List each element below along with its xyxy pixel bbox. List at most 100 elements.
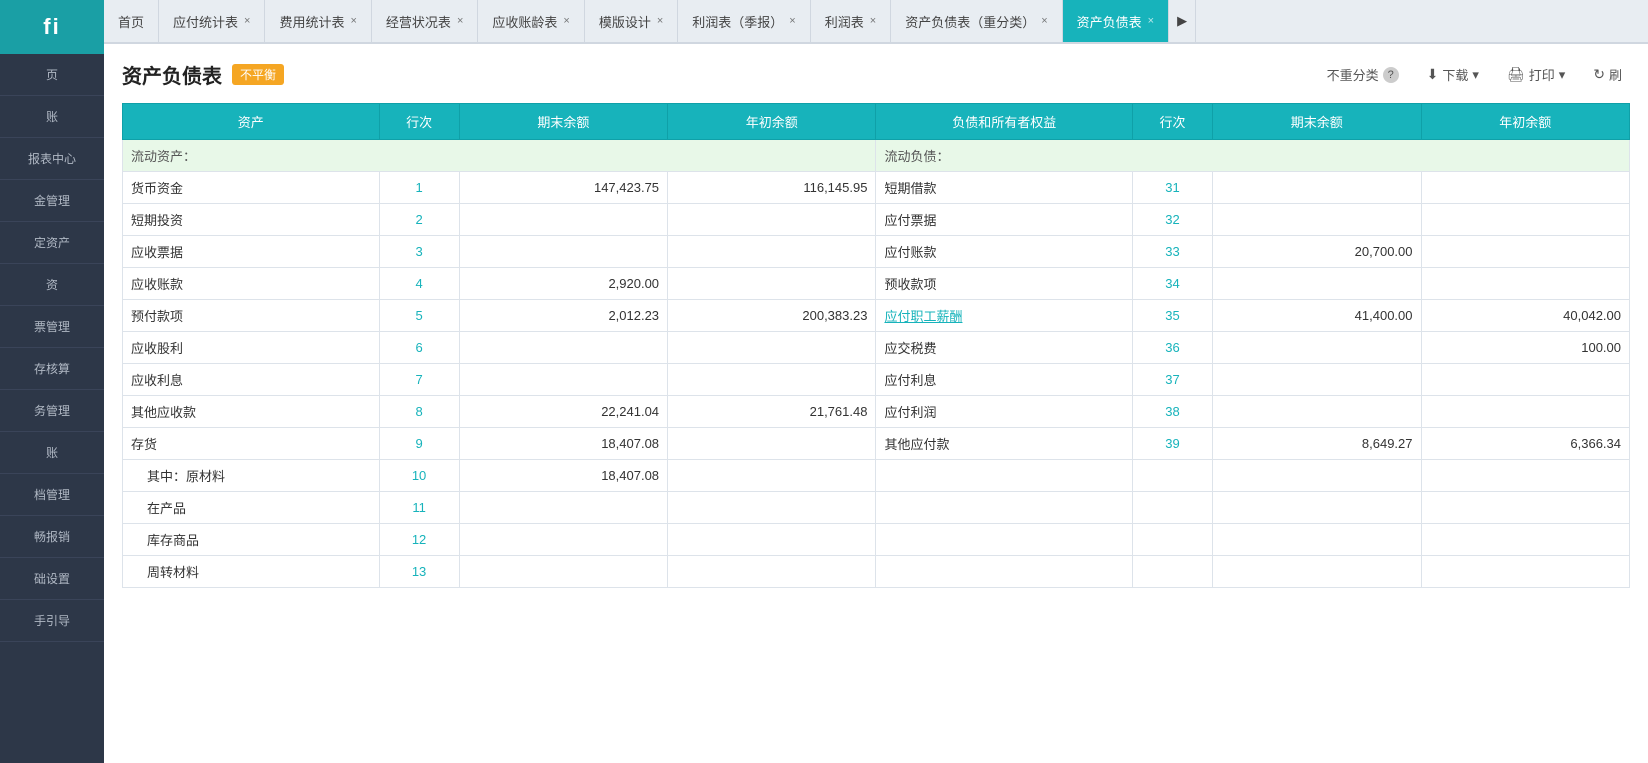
asset-end-balance[interactable]: 18,407.08 — [459, 428, 667, 460]
refresh-button[interactable]: ↻ 刷 — [1585, 61, 1630, 88]
liability-name[interactable]: 应付利润 — [876, 396, 1133, 428]
liability-name[interactable]: 其他应付款 — [876, 428, 1133, 460]
asset-end-balance[interactable] — [459, 556, 667, 588]
liability-begin-balance[interactable]: 100.00 — [1421, 332, 1630, 364]
sidebar-item-settings[interactable]: 础设置 — [0, 558, 104, 600]
asset-begin-balance[interactable] — [668, 428, 876, 460]
asset-end-balance[interactable] — [459, 492, 667, 524]
asset-end-balance[interactable]: 2,012.23 — [459, 300, 667, 332]
liability-end-balance[interactable] — [1213, 524, 1421, 556]
sidebar-item-fixed-assets[interactable]: 定资产 — [0, 222, 104, 264]
asset-name[interactable]: 库存商品 — [123, 524, 380, 556]
close-tab-payable-stats[interactable]: × — [244, 15, 250, 27]
sidebar-item-ledger[interactable]: 账 — [0, 96, 104, 138]
liability-begin-balance[interactable] — [1421, 236, 1630, 268]
asset-end-balance[interactable]: 2,920.00 — [459, 268, 667, 300]
tab-income[interactable]: 利润表 × — [811, 0, 891, 42]
liability-end-balance[interactable] — [1213, 364, 1421, 396]
tab-aging[interactable]: 应收账龄表 × — [478, 0, 584, 42]
asset-name[interactable]: 在产品 — [123, 492, 380, 524]
asset-begin-balance[interactable] — [668, 204, 876, 236]
tab-operations[interactable]: 经营状况表 × — [372, 0, 478, 42]
help-icon[interactable]: ? — [1383, 67, 1399, 83]
liability-begin-balance[interactable] — [1421, 204, 1630, 236]
liability-end-balance[interactable] — [1213, 556, 1421, 588]
liability-name[interactable] — [876, 556, 1133, 588]
sidebar-item-affairs[interactable]: 务管理 — [0, 390, 104, 432]
asset-begin-balance[interactable] — [668, 364, 876, 396]
tab-income-quarterly[interactable]: 利润表（季报） × — [678, 0, 810, 42]
liability-begin-balance[interactable] — [1421, 556, 1630, 588]
liability-end-balance[interactable] — [1213, 172, 1421, 204]
liability-end-balance[interactable] — [1213, 204, 1421, 236]
liability-end-balance[interactable] — [1213, 396, 1421, 428]
asset-name[interactable]: 应收股利 — [123, 332, 380, 364]
asset-begin-balance[interactable]: 116,145.95 — [668, 172, 876, 204]
asset-name[interactable]: 应收利息 — [123, 364, 380, 396]
sidebar-item-inventory[interactable]: 存核算 — [0, 348, 104, 390]
liability-begin-balance[interactable] — [1421, 524, 1630, 556]
asset-begin-balance[interactable] — [668, 268, 876, 300]
liability-name[interactable] — [876, 460, 1133, 492]
liability-name[interactable]: 短期借款 — [876, 172, 1133, 204]
asset-name[interactable]: 货币资金 — [123, 172, 380, 204]
liability-name[interactable]: 应付账款 — [876, 236, 1133, 268]
close-tab-income-quarterly[interactable]: × — [789, 15, 795, 27]
category-selector[interactable]: 不重分类 ? — [1319, 61, 1407, 88]
sidebar-item-bills[interactable]: 票管理 — [0, 306, 104, 348]
asset-begin-balance[interactable] — [668, 524, 876, 556]
asset-name[interactable]: 应收票据 — [123, 236, 380, 268]
asset-begin-balance[interactable]: 200,383.23 — [668, 300, 876, 332]
liability-name[interactable]: 预收款项 — [876, 268, 1133, 300]
liability-begin-balance[interactable] — [1421, 268, 1630, 300]
asset-begin-balance[interactable] — [668, 492, 876, 524]
sidebar-item-reports[interactable]: 报表中心 — [0, 138, 104, 180]
close-tab-aging[interactable]: × — [563, 15, 569, 27]
tab-payable-stats[interactable]: 应付统计表 × — [159, 0, 265, 42]
asset-end-balance[interactable] — [459, 204, 667, 236]
asset-end-balance[interactable]: 147,423.75 — [459, 172, 667, 204]
close-tab-template[interactable]: × — [657, 15, 663, 27]
asset-end-balance[interactable] — [459, 524, 667, 556]
liability-end-balance[interactable] — [1213, 460, 1421, 492]
tab-nav-arrow[interactable]: ▶ — [1169, 0, 1196, 42]
liability-name[interactable] — [876, 492, 1133, 524]
sidebar-item-guide[interactable]: 手引导 — [0, 600, 104, 642]
sidebar-item-expense[interactable]: 畅报销 — [0, 516, 104, 558]
print-button[interactable]: 🖨 打印 ▾ — [1499, 61, 1573, 88]
close-tab-operations[interactable]: × — [457, 15, 463, 27]
liability-name[interactable] — [876, 524, 1133, 556]
liability-end-balance[interactable]: 20,700.00 — [1213, 236, 1421, 268]
liability-end-balance[interactable] — [1213, 332, 1421, 364]
liability-begin-balance[interactable]: 6,366.34 — [1421, 428, 1630, 460]
liability-end-balance[interactable]: 41,400.00 — [1213, 300, 1421, 332]
liability-name[interactable]: 应交税费 — [876, 332, 1133, 364]
asset-name[interactable]: 短期投资 — [123, 204, 380, 236]
asset-end-balance[interactable]: 18,407.08 — [459, 460, 667, 492]
download-button[interactable]: ⬇ 下载 ▾ — [1419, 61, 1487, 88]
sidebar-item-account2[interactable]: 账 — [0, 432, 104, 474]
liability-name[interactable]: 应付票据 — [876, 204, 1133, 236]
asset-end-balance[interactable] — [459, 236, 667, 268]
liability-begin-balance[interactable] — [1421, 460, 1630, 492]
asset-begin-balance[interactable] — [668, 460, 876, 492]
tab-home[interactable]: 首页 — [104, 0, 159, 42]
asset-begin-balance[interactable] — [668, 236, 876, 268]
tab-balance-reclassified[interactable]: 资产负债表（重分类） × — [891, 0, 1062, 42]
liability-begin-balance[interactable] — [1421, 396, 1630, 428]
liability-begin-balance[interactable] — [1421, 492, 1630, 524]
close-tab-balance-reclassified[interactable]: × — [1041, 15, 1047, 27]
asset-begin-balance[interactable] — [668, 556, 876, 588]
liability-begin-balance[interactable] — [1421, 364, 1630, 396]
asset-end-balance[interactable]: 22,241.04 — [459, 396, 667, 428]
close-tab-balance[interactable]: × — [1148, 15, 1154, 27]
sidebar-item-finance[interactable]: 金管理 — [0, 180, 104, 222]
asset-name[interactable]: 周转材料 — [123, 556, 380, 588]
liability-end-balance[interactable]: 8,649.27 — [1213, 428, 1421, 460]
asset-end-balance[interactable] — [459, 364, 667, 396]
asset-begin-balance[interactable] — [668, 332, 876, 364]
sidebar-item-investment[interactable]: 资 — [0, 264, 104, 306]
sidebar-item-archive[interactable]: 档管理 — [0, 474, 104, 516]
asset-end-balance[interactable] — [459, 332, 667, 364]
liability-end-balance[interactable] — [1213, 492, 1421, 524]
